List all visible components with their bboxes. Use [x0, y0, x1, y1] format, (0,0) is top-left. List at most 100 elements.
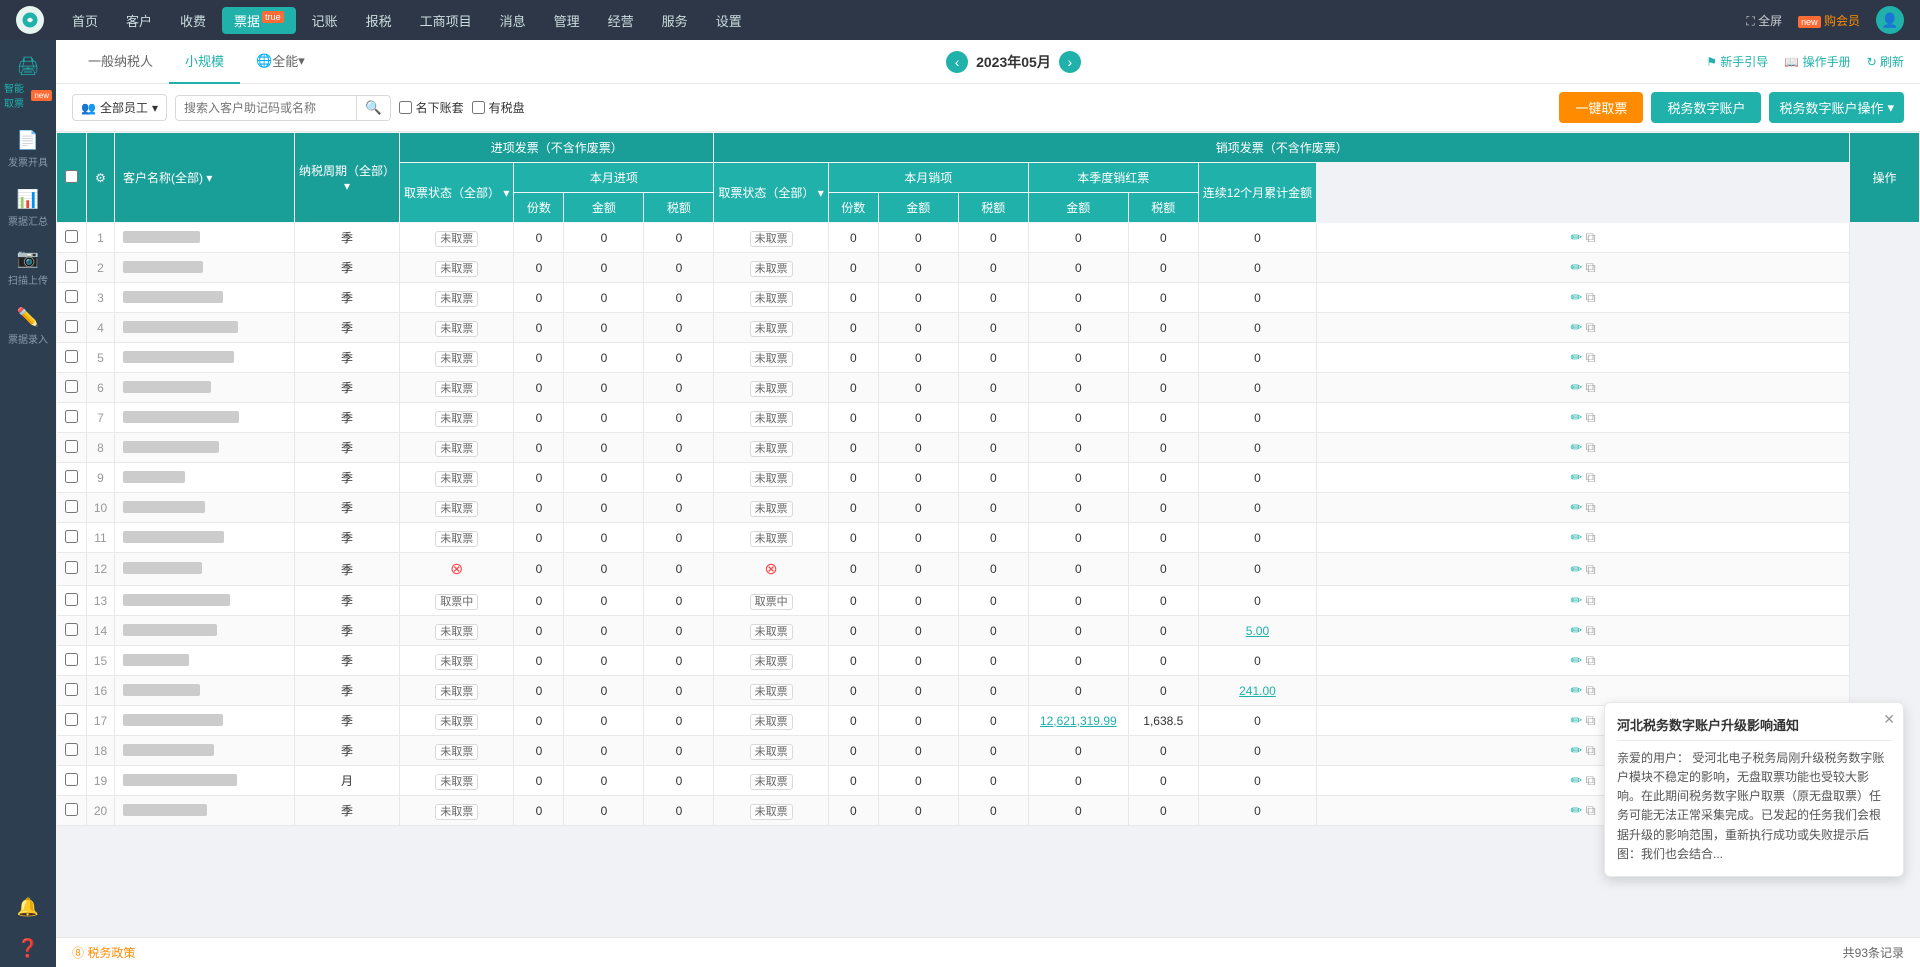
copy-btn[interactable]: ⧉: [1586, 259, 1596, 275]
row-checkbox[interactable]: [57, 373, 87, 403]
row-checkbox[interactable]: [57, 616, 87, 646]
select-all-checkbox[interactable]: [65, 170, 78, 183]
member-btn[interactable]: new 购会员: [1798, 12, 1860, 29]
nav-customer[interactable]: 客户: [114, 7, 164, 34]
edit-btn[interactable]: ✏: [1571, 289, 1583, 305]
copy-btn[interactable]: ⧉: [1586, 379, 1596, 395]
row-checkbox[interactable]: [57, 766, 87, 796]
row-select[interactable]: [65, 561, 78, 574]
row-checkbox[interactable]: [57, 313, 87, 343]
new-guide-btn[interactable]: ⚑ 新手引导: [1706, 53, 1768, 70]
row-checkbox[interactable]: [57, 253, 87, 283]
checkbox-account[interactable]: 名下账套: [399, 99, 464, 116]
popup-close-btn[interactable]: ✕: [1883, 711, 1895, 728]
in-status-filter[interactable]: ▾: [503, 186, 509, 200]
account-checkbox[interactable]: [399, 101, 412, 114]
row-select[interactable]: [65, 290, 78, 303]
edit-btn[interactable]: ✏: [1571, 259, 1583, 275]
refresh-btn[interactable]: ↻ 刷新: [1867, 53, 1904, 70]
row-checkbox[interactable]: [57, 676, 87, 706]
copy-btn[interactable]: ⧉: [1586, 561, 1596, 577]
row-checkbox[interactable]: [57, 586, 87, 616]
copy-btn[interactable]: ⧉: [1586, 439, 1596, 455]
edit-btn[interactable]: ✏: [1571, 622, 1583, 638]
row-select[interactable]: [65, 713, 78, 726]
sub-tab-all[interactable]: 🌐 全能 ▾: [240, 40, 321, 84]
row-checkbox[interactable]: [57, 493, 87, 523]
nav-operation[interactable]: 经营: [596, 7, 646, 34]
sidebar-item-smart-ticket[interactable]: 🖨 智能取票 new: [0, 48, 56, 118]
checkbox-taxpad[interactable]: 有税盘: [472, 99, 525, 116]
nav-accounting[interactable]: 记账: [300, 7, 350, 34]
row-checkbox[interactable]: [57, 283, 87, 313]
edit-btn[interactable]: ✏: [1571, 682, 1583, 698]
taxpad-checkbox[interactable]: [472, 101, 485, 114]
sidebar-item-entry[interactable]: ✏️ 票据录入: [0, 299, 56, 354]
sidebar-item-bottom2[interactable]: ❓: [0, 930, 56, 967]
row-select[interactable]: [65, 773, 78, 786]
row-checkbox[interactable]: [57, 736, 87, 766]
row-select[interactable]: [65, 440, 78, 453]
copy-btn[interactable]: ⧉: [1586, 529, 1596, 545]
edit-btn[interactable]: ✏: [1571, 229, 1583, 245]
nav-manage[interactable]: 管理: [542, 7, 592, 34]
copy-btn[interactable]: ⧉: [1586, 652, 1596, 668]
sidebar-item-bottom1[interactable]: 🔔: [0, 889, 56, 926]
edit-btn[interactable]: ✏: [1571, 652, 1583, 668]
period-filter-icon[interactable]: ▾: [344, 179, 350, 193]
tax-policy-link[interactable]: ⑧ 税务政策: [72, 944, 135, 961]
user-avatar[interactable]: 👤: [1876, 6, 1904, 34]
row-checkbox[interactable]: [57, 433, 87, 463]
sub-tab-small[interactable]: 小规模: [169, 40, 240, 84]
edit-btn[interactable]: ✏: [1571, 319, 1583, 335]
edit-btn[interactable]: ✏: [1571, 742, 1583, 758]
row-select[interactable]: [65, 743, 78, 756]
row-select[interactable]: [65, 230, 78, 243]
quick-ticket-btn[interactable]: 一键取票: [1559, 92, 1643, 123]
edit-btn[interactable]: ✏: [1571, 772, 1583, 788]
row-checkbox[interactable]: [57, 343, 87, 373]
cumulative-value[interactable]: 241.00: [1239, 684, 1276, 698]
manual-btn[interactable]: 📖 操作手册: [1784, 53, 1850, 70]
sub-tab-general[interactable]: 一般纳税人: [72, 40, 169, 84]
nav-settings[interactable]: 设置: [704, 7, 754, 34]
employee-select[interactable]: 👥 全部员工 ▾: [72, 94, 167, 121]
copy-btn[interactable]: ⧉: [1586, 622, 1596, 638]
edit-btn[interactable]: ✏: [1571, 712, 1583, 728]
edit-btn[interactable]: ✏: [1571, 529, 1583, 545]
sidebar-item-invoice[interactable]: 📄 发票开具: [0, 122, 56, 177]
edit-btn[interactable]: ✏: [1571, 592, 1583, 608]
copy-btn[interactable]: ⧉: [1586, 319, 1596, 335]
row-select[interactable]: [65, 623, 78, 636]
row-checkbox[interactable]: [57, 553, 87, 586]
nav-business[interactable]: 工商项目: [408, 7, 484, 34]
name-filter-icon[interactable]: ▾: [206, 171, 212, 185]
row-select[interactable]: [65, 350, 78, 363]
row-checkbox[interactable]: [57, 463, 87, 493]
nav-fee[interactable]: 收费: [168, 7, 218, 34]
row-select[interactable]: [65, 500, 78, 513]
row-select[interactable]: [65, 683, 78, 696]
row-select[interactable]: [65, 593, 78, 606]
nav-ticket[interactable]: 票据true: [222, 7, 296, 34]
row-checkbox[interactable]: [57, 646, 87, 676]
copy-btn[interactable]: ⧉: [1586, 289, 1596, 305]
edit-btn[interactable]: ✏: [1571, 409, 1583, 425]
copy-btn[interactable]: ⧉: [1586, 499, 1596, 515]
edit-btn[interactable]: ✏: [1571, 469, 1583, 485]
refund-amount[interactable]: 12,621,319.99: [1040, 714, 1117, 728]
row-select[interactable]: [65, 803, 78, 816]
copy-btn[interactable]: ⧉: [1586, 469, 1596, 485]
row-select[interactable]: [65, 380, 78, 393]
next-month-btn[interactable]: ›: [1059, 51, 1081, 73]
row-checkbox[interactable]: [57, 223, 87, 253]
fullscreen-btn[interactable]: ⛶ 全屏: [1746, 12, 1782, 29]
row-checkbox[interactable]: [57, 796, 87, 826]
nav-service[interactable]: 服务: [650, 7, 700, 34]
copy-btn[interactable]: ⧉: [1586, 592, 1596, 608]
row-select[interactable]: [65, 410, 78, 423]
tax-digital-btn[interactable]: 税务数字账户: [1651, 92, 1761, 123]
edit-btn[interactable]: ✏: [1571, 802, 1583, 818]
nav-home[interactable]: 首页: [60, 7, 110, 34]
out-status-filter[interactable]: ▾: [818, 186, 824, 200]
